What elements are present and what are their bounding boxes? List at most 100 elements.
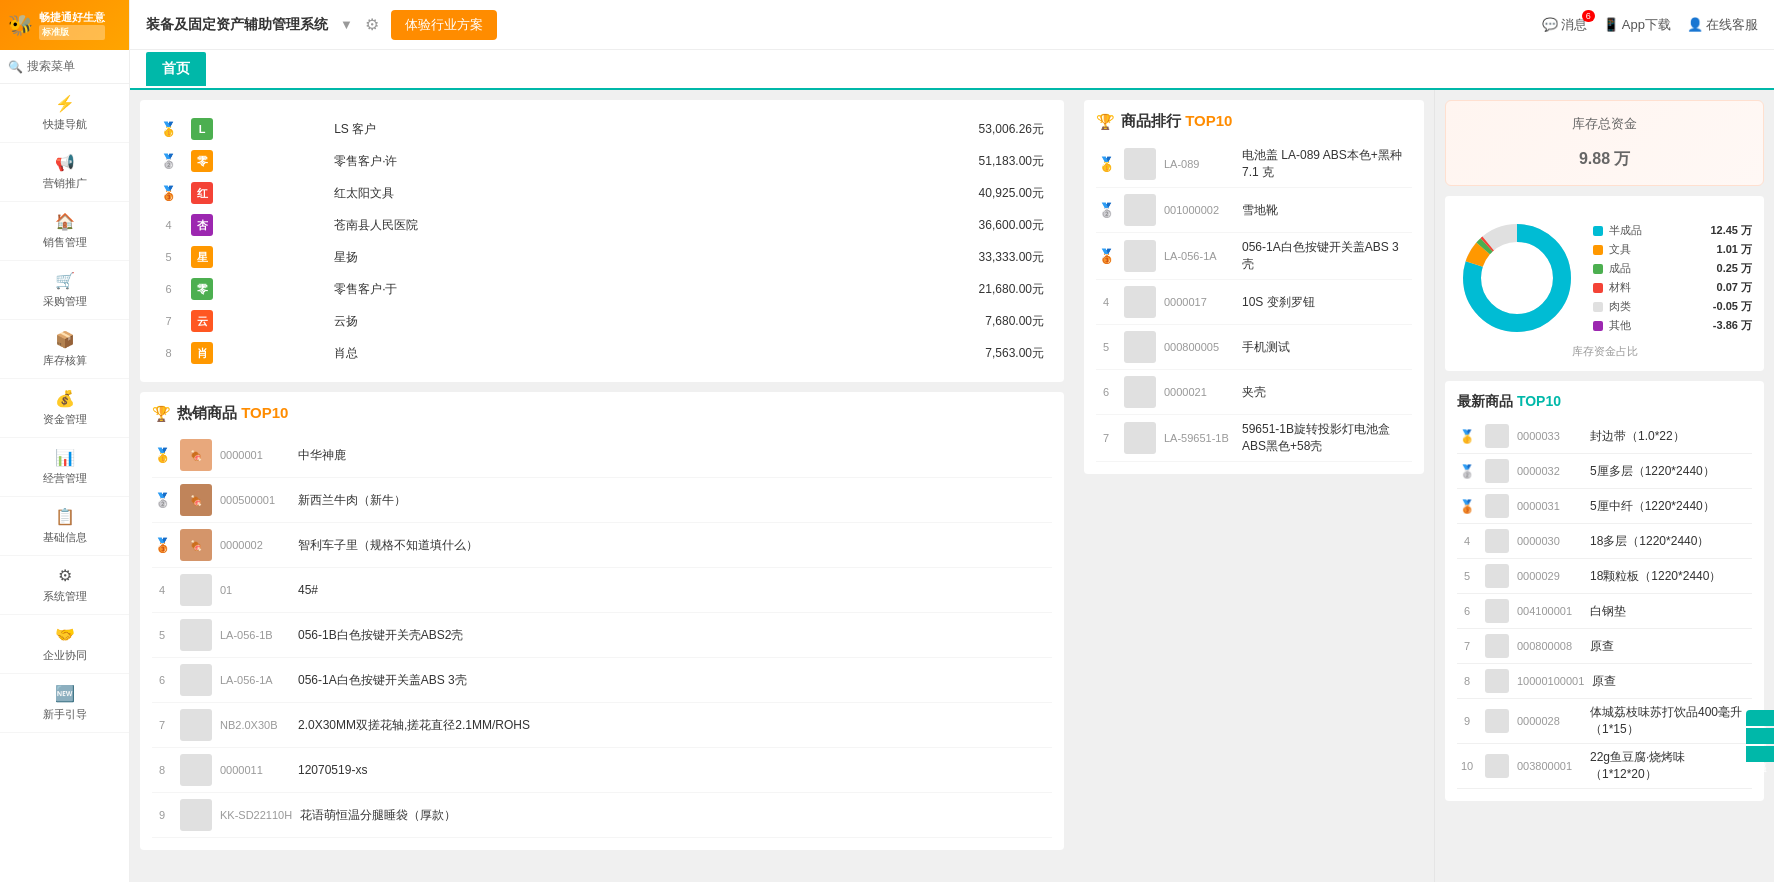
middle-product-row[interactable]: 5 000800005 手机测试 [1096, 325, 1412, 370]
middle-product-row[interactable]: 🥉 LA-056-1A 056-1A白色按键开关盖ABS 3 壳 [1096, 233, 1412, 280]
rank-avatar: 零 [191, 150, 213, 172]
settings-icon[interactable]: ⚙ [365, 15, 379, 34]
rank-avatar: 零 [191, 278, 213, 300]
new-product-row[interactable]: 5 0000029 18颗粒板（1220*2440） [1457, 559, 1752, 594]
hot-product-row[interactable]: 7 NB2.0X30B 2.0X30MM双搓花轴,搓花直径2.1MM/ROHS [152, 703, 1052, 748]
logo-name: 畅捷通好生意 [39, 10, 105, 24]
dropdown-icon[interactable]: ▼ [340, 17, 353, 32]
hot-product-row[interactable]: 6 LA-056-1A 056-1A白色按键开关盖ABS 3壳 [152, 658, 1052, 703]
app-label: App下载 [1622, 16, 1671, 34]
app-download-link[interactable]: 📱 App下载 [1603, 16, 1671, 34]
inventory-card: 库存总资金 9.88万 [1445, 100, 1764, 186]
tp-code: 0000032 [1517, 465, 1582, 477]
product-thumb: 🍖 [180, 439, 212, 471]
sales-rank-row[interactable]: 7 云 云扬 7,680.00元 [154, 306, 1050, 336]
sales-rank-row[interactable]: 5 星 星扬 33,333.00元 [154, 242, 1050, 272]
sidebar-item-inventory[interactable]: 📦 库存核算 [0, 320, 129, 379]
tp-name: 5厘多层（1220*2440） [1590, 463, 1752, 480]
system-label: 系统管理 [43, 589, 87, 604]
sidebar-item-basic[interactable]: 📋 基础信息 [0, 497, 129, 556]
sidebar-item-guide[interactable]: 🆕 新手引导 [0, 674, 129, 733]
inventory-unit: 万 [1614, 150, 1630, 167]
hot-product-row[interactable]: 🥉 🍖 0000002 智利车子里（规格不知道填什么） [152, 523, 1052, 568]
float-btn-live[interactable]: 直播 [1746, 746, 1774, 762]
product-code: 000500001 [220, 494, 290, 506]
online-service-link[interactable]: 👤 在线客服 [1687, 16, 1758, 34]
product-thumb [1124, 148, 1156, 180]
cooperation-label: 企业协同 [43, 648, 87, 663]
sidebar-item-operation[interactable]: 📊 经营管理 [0, 438, 129, 497]
sidebar-item-finance[interactable]: 💰 资金管理 [0, 379, 129, 438]
new-products-list: 🥇 0000033 封边带（1.0*22） 🥈 0000032 5厘多层（122… [1457, 419, 1752, 789]
legend-item: 其他 -3.86 万 [1593, 316, 1752, 335]
sales-rank-row[interactable]: 🥇 L LS 客户 53,006.26元 [154, 114, 1050, 144]
middle-product-row[interactable]: 6 0000021 夹壳 [1096, 370, 1412, 415]
sidebar-item-sales[interactable]: 🏠 销售管理 [0, 202, 129, 261]
legend-value: -0.05 万 [1702, 299, 1752, 314]
sales-rank-row[interactable]: 🥉 红 红太阳文具 40,925.00元 [154, 178, 1050, 208]
hot-product-row[interactable]: 🥇 🍖 0000001 中华神鹿 [152, 433, 1052, 478]
tp-name: 原查 [1590, 638, 1752, 655]
new-product-row[interactable]: 🥇 0000033 封边带（1.0*22） [1457, 419, 1752, 454]
rank-medal: 🥇 [154, 114, 183, 144]
sidebar-item-system[interactable]: ⚙ 系统管理 [0, 556, 129, 615]
middle-product-row[interactable]: 7 LA-59651-1B 59651-1B旋转投影灯电池盒 ABS黑色+58壳 [1096, 415, 1412, 462]
message-badge[interactable]: 💬 消息 6 [1542, 16, 1587, 34]
hot-product-row[interactable]: 8 0000011 12070519-xs [152, 748, 1052, 793]
legend-value: -3.86 万 [1702, 318, 1752, 333]
sales-rank-row[interactable]: 🥈 零 零售客户·许 51,183.00元 [154, 146, 1050, 176]
sidebar: 🐝 畅捷通好生意 标准版 🔍 搜索菜单 ⚡ 快捷导航 📢 营销推广 🏠 销售管理… [0, 0, 130, 882]
product-name: 10S 变刹罗钮 [1242, 294, 1412, 311]
middle-product-row[interactable]: 🥇 LA-089 电池盖 LA-089 ABS本色+黑种 7.1 克 [1096, 141, 1412, 188]
trial-button[interactable]: 体验行业方案 [391, 10, 497, 40]
new-product-row[interactable]: 10 003800001 22g鱼豆腐·烧烤味（1*12*20） [1457, 744, 1752, 789]
tp-thumb [1485, 599, 1509, 623]
marketing-label: 营销推广 [43, 176, 87, 191]
middle-products-title: 🏆 商品排行 TOP10 [1096, 112, 1412, 131]
tab-home[interactable]: 首页 [146, 52, 206, 86]
sidebar-item-cooperation[interactable]: 🤝 企业协同 [0, 615, 129, 674]
rank-medal: 5 [154, 242, 183, 272]
rank-name: LS 客户 [328, 114, 727, 144]
new-product-row[interactable]: 9 0000028 体城荔枝味苏打饮品400毫升（1*15） [1457, 699, 1752, 744]
product-code: KK-SD22110H [220, 809, 292, 821]
legend-dot [1593, 302, 1603, 312]
tp-thumb [1485, 669, 1509, 693]
new-product-row[interactable]: 🥈 0000032 5厘多层（1220*2440） [1457, 454, 1752, 489]
new-product-row[interactable]: 4 0000030 18多层（1220*2440） [1457, 524, 1752, 559]
tp-name: 18多层（1220*2440） [1590, 533, 1752, 550]
hot-product-row[interactable]: 5 LA-056-1B 056-1B白色按键开关壳ABS2壳 [152, 613, 1052, 658]
middle-product-row[interactable]: 🥈 001000002 雪地靴 [1096, 188, 1412, 233]
message-icon: 💬 [1542, 17, 1558, 32]
product-name: 056-1A白色按键开关盖ABS 3 壳 [1242, 239, 1412, 273]
hot-product-row[interactable]: 🥈 🍖 000500001 新西兰牛肉（新牛） [152, 478, 1052, 523]
rank-avatar: 云 [191, 310, 213, 332]
hot-product-row[interactable]: 4 01 45# [152, 568, 1052, 613]
middle-product-row[interactable]: 4 0000017 10S 变刹罗钮 [1096, 280, 1412, 325]
new-product-row[interactable]: 7 000800008 原查 [1457, 629, 1752, 664]
legend-value: 0.07 万 [1702, 280, 1752, 295]
hot-product-row[interactable]: 9 KK-SD22110H 花语萌恒温分腿睡袋（厚款） [152, 793, 1052, 838]
float-btn-community[interactable]: 服务社区 [1746, 728, 1774, 744]
tp-name: 白钢垫 [1590, 603, 1752, 620]
new-product-row[interactable]: 6 004100001 白钢垫 [1457, 594, 1752, 629]
product-rank: 7 [1096, 432, 1116, 444]
middle-panel: 🏆 商品排行 TOP10 🥇 LA-089 电池盖 LA-089 ABS本色+黑… [1074, 90, 1434, 882]
hot-products-card: 🏆 热销商品 TOP10 🥇 🍖 0000001 中华神鹿 🥈 🍖 000500… [140, 392, 1064, 850]
sales-rank-row[interactable]: 6 零 零售客户·于 21,680.00元 [154, 274, 1050, 304]
sales-rank-row[interactable]: 8 肖 肖总 7,563.00元 [154, 338, 1050, 368]
sales-rank-row[interactable]: 4 杏 苍南县人民医院 36,600.00元 [154, 210, 1050, 240]
new-product-row[interactable]: 8 10000100001 原查 [1457, 664, 1752, 699]
sidebar-item-purchase[interactable]: 🛒 采购管理 [0, 261, 129, 320]
product-code: 0000021 [1164, 386, 1234, 398]
sidebar-item-marketing[interactable]: 📢 营销推广 [0, 143, 129, 202]
product-rank: 🥈 [1096, 202, 1116, 218]
rank-name: 云扬 [328, 306, 727, 336]
sidebar-search[interactable]: 🔍 搜索菜单 [0, 50, 129, 84]
search-icon: 🔍 [8, 60, 23, 74]
float-btn-service[interactable]: 客服热线 [1746, 710, 1774, 726]
sidebar-item-quick-nav[interactable]: ⚡ 快捷导航 [0, 84, 129, 143]
donut-chart [1457, 218, 1577, 338]
legend-label: 文具 [1609, 242, 1696, 257]
new-product-row[interactable]: 🥉 0000031 5厘中纤（1220*2440） [1457, 489, 1752, 524]
